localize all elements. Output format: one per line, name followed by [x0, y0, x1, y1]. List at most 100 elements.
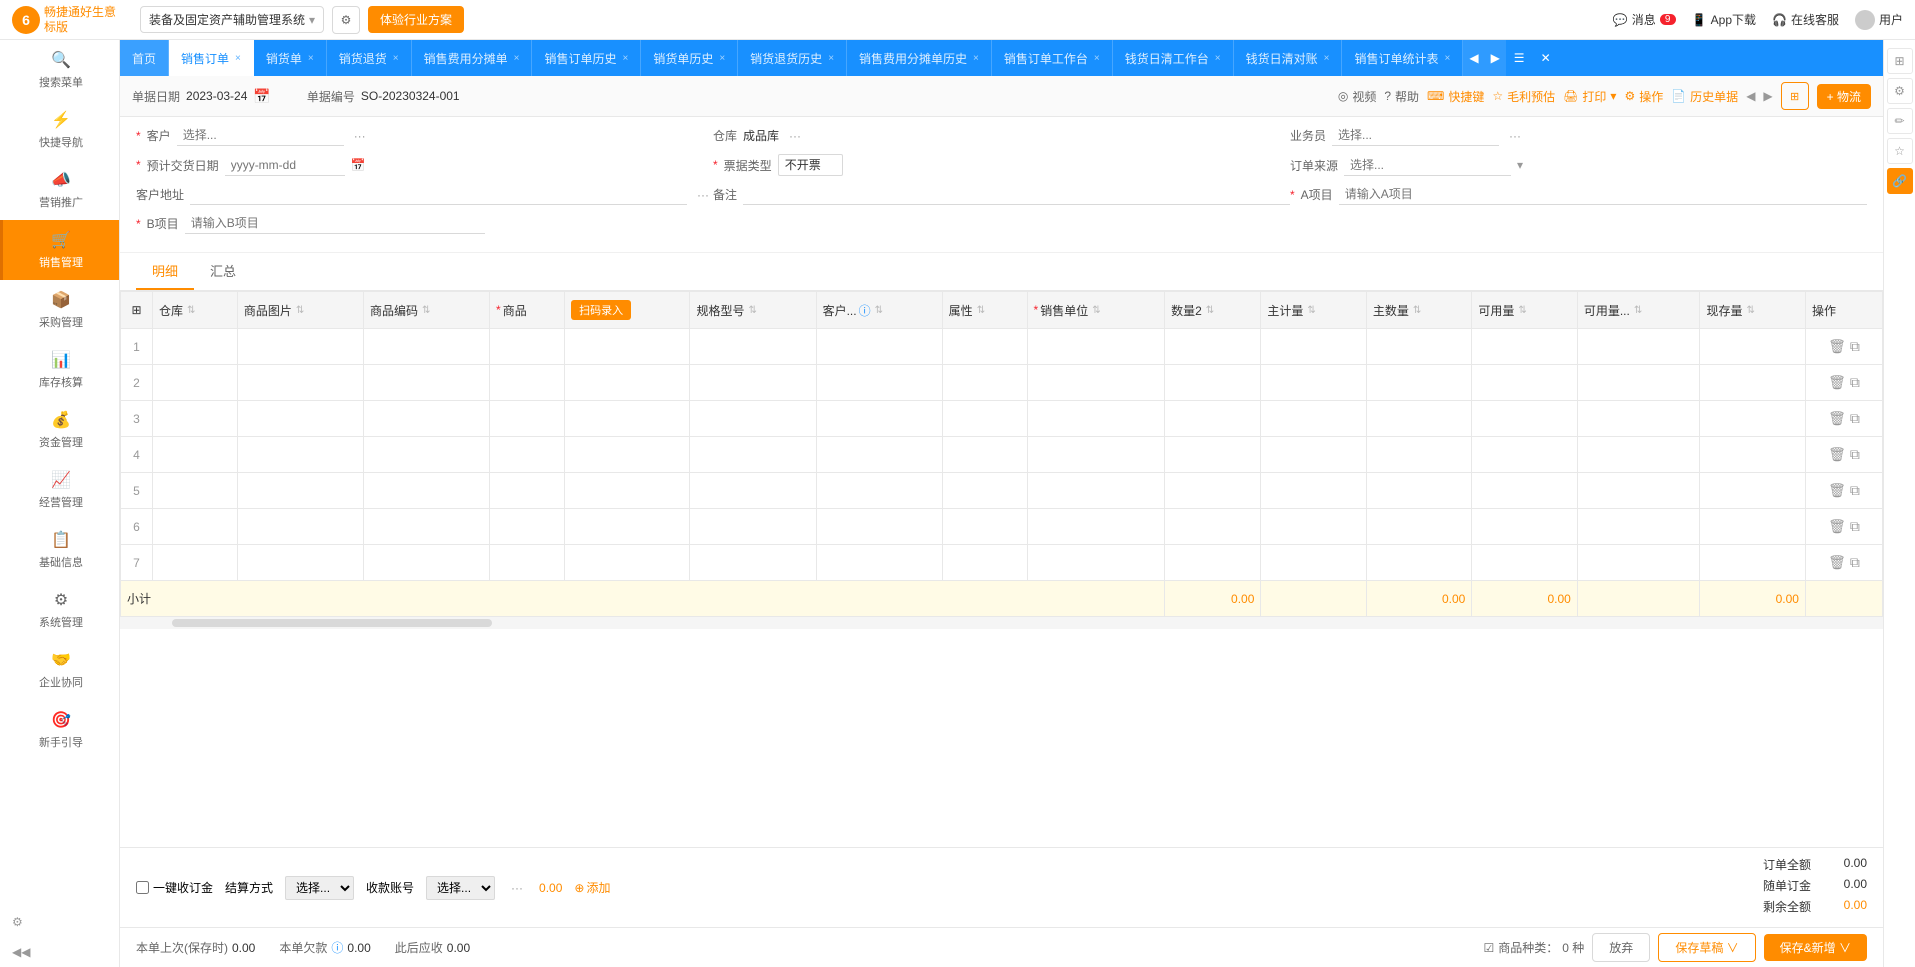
row-main-unit[interactable]: [1261, 365, 1366, 401]
close-icon[interactable]: ×: [308, 53, 314, 64]
sidebar-item-finance[interactable]: 💰 资金管理: [0, 400, 119, 460]
row-customer-attr[interactable]: [816, 473, 942, 509]
row-warehouse[interactable]: [153, 473, 238, 509]
sidebar-item-search[interactable]: 🔍 搜索菜单: [0, 40, 119, 100]
sort-icon[interactable]: ⇅: [875, 305, 883, 316]
tab-prev-arrow[interactable]: ◀: [1463, 40, 1484, 76]
sort-icon[interactable]: ⇅: [296, 305, 304, 316]
close-icon[interactable]: ×: [235, 53, 241, 64]
sidebar-item-basic-info[interactable]: 📋 基础信息: [0, 520, 119, 580]
row-attribute[interactable]: [942, 401, 1027, 437]
row-warehouse[interactable]: [153, 329, 238, 365]
close-icon[interactable]: ×: [622, 53, 628, 64]
sidebar-item-sales[interactable]: 🛒 销售管理: [0, 220, 119, 280]
row-qty2[interactable]: [1165, 329, 1261, 365]
order-source-input[interactable]: [1344, 155, 1511, 176]
a-project-input[interactable]: [1339, 184, 1867, 205]
sort-icon[interactable]: ⇅: [422, 305, 430, 316]
row-attribute[interactable]: [942, 437, 1027, 473]
close-icon[interactable]: ×: [514, 53, 520, 64]
row-attribute[interactable]: [942, 365, 1027, 401]
right-tool-1[interactable]: ⊞: [1887, 48, 1913, 74]
tab-close-all[interactable]: ✕: [1533, 40, 1559, 76]
sidebar-item-guide[interactable]: 🎯 新手引导: [0, 700, 119, 760]
scan-btn[interactable]: 扫码录入: [571, 300, 631, 320]
add-payment-btn[interactable]: ⊕ 添加: [574, 879, 610, 896]
delete-icon[interactable]: 🗑: [1828, 338, 1846, 355]
row-main-qty[interactable]: [1366, 401, 1471, 437]
industry-button[interactable]: 体验行业方案: [368, 6, 464, 33]
sidebar-item-purchase[interactable]: 📦 采购管理: [0, 280, 119, 340]
row-main-unit[interactable]: [1261, 545, 1366, 581]
gear-button[interactable]: ⚙: [332, 6, 360, 34]
sidebar-settings-btn[interactable]: ⚙: [0, 907, 119, 937]
tab-daily-workbench[interactable]: 钱货日清工作台 ×: [1113, 40, 1234, 76]
print-chevron[interactable]: ▾: [1610, 89, 1616, 103]
close-icon[interactable]: ×: [1324, 53, 1330, 64]
tab-home[interactable]: 首页: [120, 40, 169, 76]
copy-icon[interactable]: ⧉: [1850, 518, 1860, 535]
sort-icon[interactable]: ⇅: [748, 305, 756, 316]
row-warehouse[interactable]: [153, 545, 238, 581]
sidebar-item-system[interactable]: ⚙ 系统管理: [0, 580, 119, 640]
row-main-qty[interactable]: [1366, 437, 1471, 473]
tab-daily-reconcile[interactable]: 钱货日清对账 ×: [1234, 40, 1343, 76]
close-icon[interactable]: ×: [393, 53, 399, 64]
online-service-button[interactable]: 🎧 在线客服: [1772, 11, 1839, 28]
copy-icon[interactable]: ⧉: [1850, 482, 1860, 499]
row-spec[interactable]: [690, 437, 816, 473]
row-main-unit[interactable]: [1261, 437, 1366, 473]
calendar-icon[interactable]: 📅: [351, 158, 366, 172]
row-product-code[interactable]: [363, 509, 489, 545]
row-product[interactable]: [490, 545, 565, 581]
tab-order-workbench[interactable]: 销售订单工作台 ×: [992, 40, 1113, 76]
row-customer-attr[interactable]: [816, 509, 942, 545]
row-main-qty[interactable]: [1366, 545, 1471, 581]
right-tool-5[interactable]: 🔗: [1887, 168, 1913, 194]
row-warehouse[interactable]: [153, 401, 238, 437]
salesperson-more-icon[interactable]: ···: [1505, 129, 1525, 143]
row-spec[interactable]: [690, 329, 816, 365]
row-sales-unit[interactable]: [1027, 437, 1165, 473]
row-product[interactable]: [490, 329, 565, 365]
close-icon[interactable]: ×: [1444, 53, 1450, 64]
profit-btn[interactable]: ☆ 毛利预估: [1492, 88, 1555, 105]
customer-more-icon[interactable]: ···: [350, 129, 370, 143]
remark-input[interactable]: [743, 184, 1290, 205]
row-qty2[interactable]: [1165, 473, 1261, 509]
sidebar-item-quicknav[interactable]: ⚡ 快捷导航: [0, 100, 119, 160]
addr-more-icon[interactable]: ···: [693, 188, 713, 202]
nav-right-icon[interactable]: ▶: [1763, 89, 1772, 103]
row-main-unit[interactable]: [1261, 329, 1366, 365]
salesperson-input[interactable]: [1332, 125, 1499, 146]
row-product-code[interactable]: [363, 545, 489, 581]
collection-account-select[interactable]: 选择...: [426, 876, 495, 900]
row-product[interactable]: [490, 401, 565, 437]
sort-icon[interactable]: ⇅: [187, 305, 195, 316]
delete-icon[interactable]: 🗑: [1828, 482, 1846, 499]
sort-icon[interactable]: ⇅: [1518, 305, 1526, 316]
tab-order-history[interactable]: 销售订单历史 ×: [532, 40, 641, 76]
row-main-qty[interactable]: [1366, 365, 1471, 401]
tab-fee-history[interactable]: 销售费用分摊单历史 ×: [847, 40, 992, 76]
row-attribute[interactable]: [942, 545, 1027, 581]
sort-icon[interactable]: ⇅: [1634, 305, 1642, 316]
close-icon[interactable]: ×: [973, 53, 979, 64]
scroll-thumb[interactable]: [172, 619, 492, 627]
add-logistics-btn[interactable]: + 物流: [1817, 84, 1871, 109]
close-icon[interactable]: ×: [1215, 53, 1221, 64]
history-btn[interactable]: 📄 历史单据: [1671, 88, 1738, 105]
row-sales-unit[interactable]: [1027, 329, 1165, 365]
row-product-code[interactable]: [363, 401, 489, 437]
sort-icon[interactable]: ⇅: [977, 305, 985, 316]
col-settings[interactable]: ⊞: [121, 292, 153, 329]
row-main-qty[interactable]: [1366, 473, 1471, 509]
row-warehouse[interactable]: [153, 509, 238, 545]
row-attribute[interactable]: [942, 473, 1027, 509]
close-icon[interactable]: ×: [828, 53, 834, 64]
row-product-code[interactable]: [363, 437, 489, 473]
row-spec[interactable]: [690, 509, 816, 545]
print-btn[interactable]: 🖨 打印 ▾: [1563, 88, 1616, 105]
invoice-select[interactable]: 不开票: [778, 154, 843, 176]
tab-invoice-history[interactable]: 销货单历史 ×: [641, 40, 738, 76]
